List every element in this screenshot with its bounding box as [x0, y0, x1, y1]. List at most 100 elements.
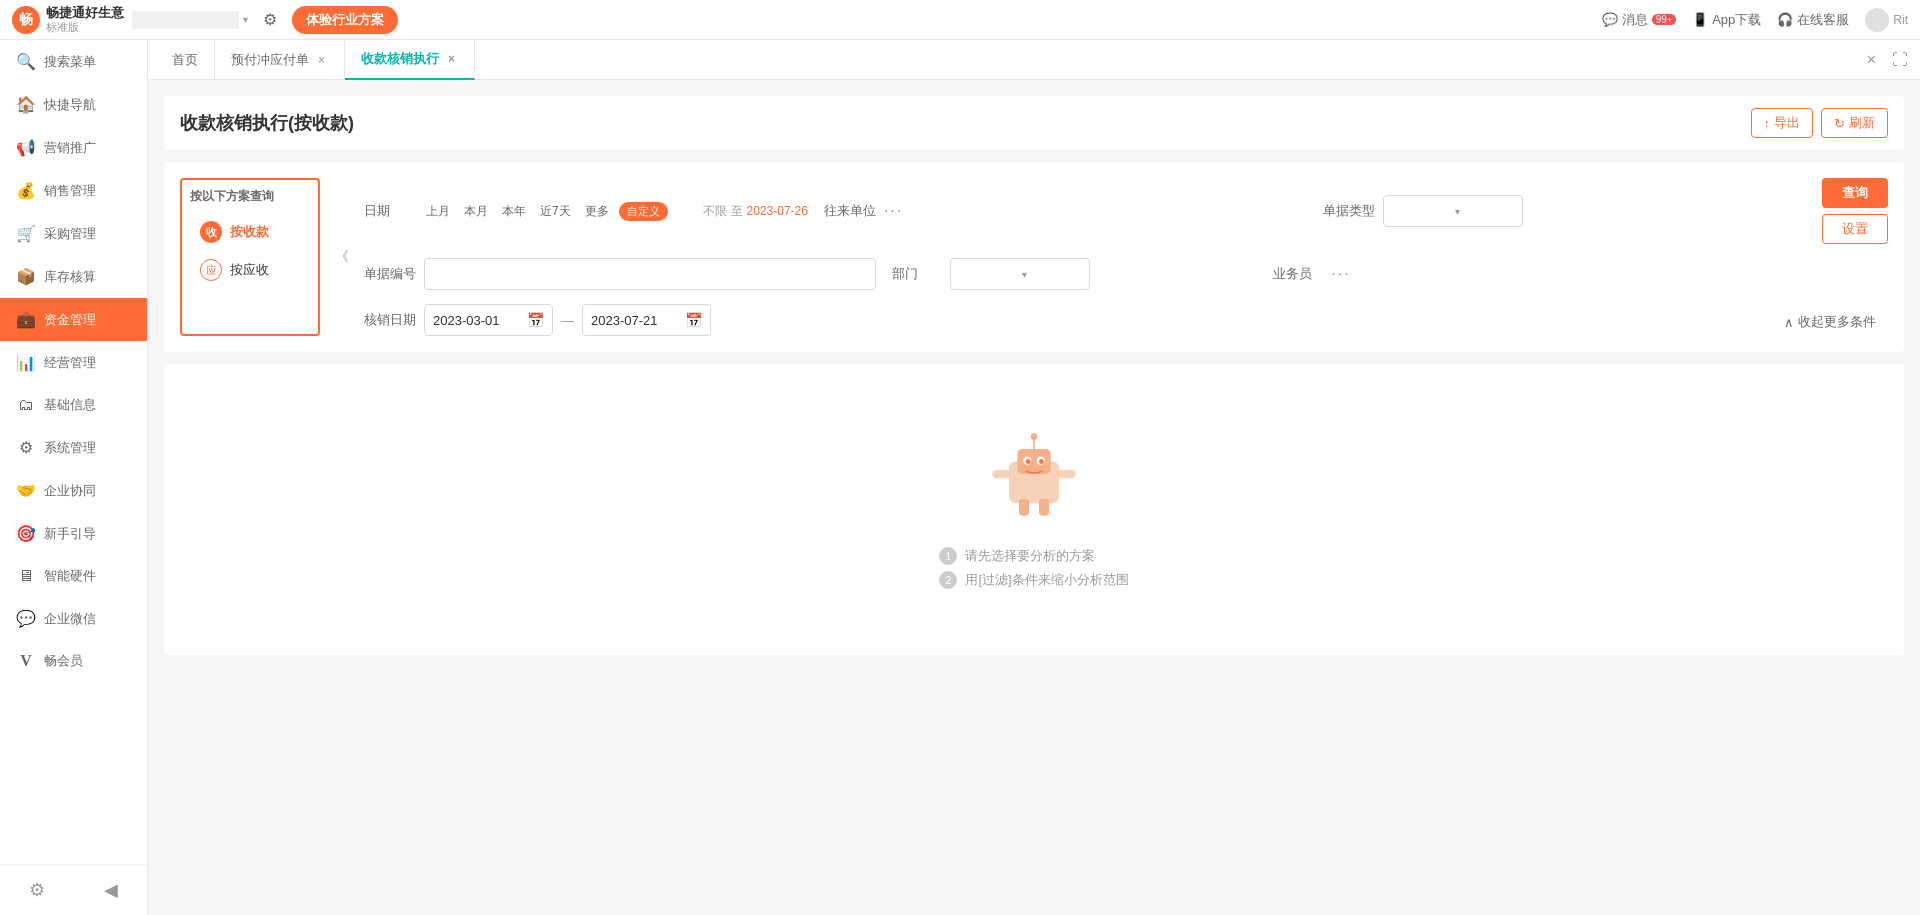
sidebar-item-search-menu[interactable]: 🔍 搜索菜单	[0, 40, 147, 83]
folder-icon: 🗂	[16, 396, 36, 414]
tab-bar: 首页 预付冲应付单 × 收款核销执行 × × ⛶	[148, 40, 1920, 80]
svg-point-5	[1039, 459, 1044, 464]
sidebar-item-system[interactable]: ⚙ 系统管理	[0, 426, 147, 469]
counterparty-field: 往来单位 ···	[824, 202, 1307, 220]
tab-writeoff[interactable]: 收款核销执行 ×	[345, 40, 475, 80]
staff-label: 业务员	[1273, 265, 1323, 283]
dept-select[interactable]: ▾	[950, 258, 1090, 290]
search-icon: 🔍	[16, 52, 36, 71]
sidebar: 🔍 搜索菜单 🏠 快捷导航 📢 营销推广 💰 销售管理 🛒 采购管理 📦 库存核…	[0, 40, 148, 915]
sidebar-item-enterprise[interactable]: 🤝 企业协同	[0, 469, 147, 512]
sidebar-collapse-button[interactable]: ◀	[96, 873, 126, 907]
tab-prepay[interactable]: 预付冲应付单 ×	[215, 40, 345, 80]
last-7days-btn[interactable]: 近7天	[536, 201, 575, 222]
sidebar-item-sales[interactable]: 💰 销售管理	[0, 169, 147, 212]
sidebar-settings-button[interactable]: ⚙	[21, 873, 53, 907]
tab-prepay-close[interactable]: ×	[315, 52, 328, 68]
empty-illustration	[984, 424, 1084, 547]
svg-rect-1	[1017, 449, 1050, 474]
writeoff-start-input[interactable]	[433, 313, 523, 328]
tab-home[interactable]: 首页	[156, 40, 215, 80]
counterparty-label: 往来单位	[824, 202, 876, 220]
sidebar-item-finance[interactable]: 💼 资金管理	[0, 298, 147, 341]
doc-type-select[interactable]: ▾	[1383, 195, 1523, 227]
filter-settings-button[interactable]: 设置	[1822, 214, 1888, 244]
calendar-icon-end[interactable]: 📅	[685, 312, 702, 328]
sidebar-item-quick-nav[interactable]: 🏠 快捷导航	[0, 83, 147, 126]
staff-more-btn[interactable]: ···	[1331, 265, 1350, 283]
svg-rect-9	[1039, 499, 1049, 516]
sidebar-label: 销售管理	[44, 182, 96, 200]
export-icon: ↑	[1764, 116, 1771, 131]
sidebar-label: 基础信息	[44, 396, 96, 414]
filter-layout: 按以下方案查询 收 按收款 应 按应收 《	[180, 178, 1888, 336]
empty-tips: 1 请先选择要分析的方案 2 用[过滤]条件来缩小分析范围	[939, 547, 1128, 595]
filter-option-by-receivable[interactable]: 应 按应收	[190, 251, 310, 289]
brand-logo: 畅 畅捷通好生意 标准版	[12, 5, 124, 34]
company-selector[interactable]: ▾	[132, 11, 248, 29]
sidebar-item-member[interactable]: V 畅会员	[0, 640, 147, 682]
date-label: 日期	[364, 202, 414, 220]
empty-icon	[984, 424, 1084, 524]
sidebar-item-guide[interactable]: 🎯 新手引导	[0, 512, 147, 555]
export-button[interactable]: ↑ 导出	[1751, 108, 1814, 138]
this-month-btn[interactable]: 本月	[460, 201, 492, 222]
tab-maximize-button[interactable]: ⛶	[1888, 47, 1912, 73]
sidebar-item-operation[interactable]: 📊 经营管理	[0, 341, 147, 384]
this-year-btn[interactable]: 本年	[498, 201, 530, 222]
more-dates-btn[interactable]: 更多	[581, 201, 613, 222]
tip-number-2: 2	[939, 571, 957, 589]
sidebar-item-wechat[interactable]: 💬 企业微信	[0, 597, 147, 640]
sidebar-item-purchase[interactable]: 🛒 采购管理	[0, 212, 147, 255]
chevron-up-icon: ∧	[1784, 315, 1794, 330]
brand-icon: 畅	[12, 6, 40, 34]
sidebar-item-inventory[interactable]: 📦 库存核算	[0, 255, 147, 298]
dept-label: 部门	[892, 265, 942, 283]
sidebar-bottom: ⚙ ◀	[0, 864, 147, 915]
sidebar-item-hardware[interactable]: 🖥 智能硬件	[0, 555, 147, 597]
user-profile[interactable]: Rit	[1865, 8, 1908, 32]
tab-close-all-button[interactable]: ×	[1863, 47, 1880, 73]
sidebar-label: 企业微信	[44, 610, 96, 628]
filter-sidebar-title: 按以下方案查询	[190, 188, 310, 205]
settings-button[interactable]: ⚙	[256, 6, 284, 34]
message-button[interactable]: 💬 消息 99+	[1602, 11, 1676, 29]
doc-no-label: 单据编号	[364, 265, 416, 283]
calendar-icon[interactable]: 📅	[527, 312, 544, 328]
trial-industry-button[interactable]: 体验行业方案	[292, 6, 398, 34]
sidebar-label: 营销推广	[44, 139, 96, 157]
receipt-icon: 收	[200, 221, 222, 243]
top-bar-right: 💬 消息 99+ 📱 App下载 🎧 在线客服 Rit	[1602, 8, 1908, 32]
filter-panel: 按以下方案查询 收 按收款 应 按应收 《	[164, 162, 1904, 352]
sidebar-item-basic[interactable]: 🗂 基础信息	[0, 384, 147, 426]
doc-no-input[interactable]	[424, 258, 876, 290]
filter-collapse-button[interactable]: 《	[332, 237, 352, 277]
svg-point-11	[1031, 433, 1038, 440]
collapse-more-button[interactable]: ∧ 收起更多条件	[1772, 309, 1888, 335]
top-bar-left: 畅 畅捷通好生意 标准版 ▾ ⚙ 体验行业方案	[12, 5, 1602, 34]
receivable-icon: 应	[200, 259, 222, 281]
filter-option-by-receipt[interactable]: 收 按收款	[190, 213, 310, 251]
tab-writeoff-close[interactable]: ×	[445, 51, 458, 67]
filter-row-3: 核销日期 📅 — 📅	[364, 304, 1888, 336]
online-service-button[interactable]: 🎧 在线客服	[1777, 11, 1849, 29]
headset-icon: 🎧	[1777, 12, 1793, 27]
doc-type-label: 单据类型	[1323, 202, 1375, 220]
filter-row-2: 单据编号 部门 ▾ 业务员	[364, 258, 1888, 290]
counterparty-more-btn[interactable]: ···	[884, 202, 903, 220]
date-range-separator: —	[557, 313, 578, 328]
sidebar-item-marketing[interactable]: 📢 营销推广	[0, 126, 147, 169]
sidebar-label: 资金管理	[44, 311, 96, 329]
system-icon: ⚙	[16, 438, 36, 457]
last-month-btn[interactable]: 上月	[422, 201, 454, 222]
app-download-button[interactable]: 📱 App下载	[1692, 11, 1761, 29]
query-button[interactable]: 查询	[1822, 178, 1888, 208]
writeoff-end-input[interactable]	[591, 313, 681, 328]
doc-type-field: 单据类型 ▾	[1323, 195, 1806, 227]
handshake-icon: 🤝	[16, 481, 36, 500]
sidebar-label: 企业协同	[44, 482, 96, 500]
filter-sidebar: 按以下方案查询 收 按收款 应 按应收	[180, 178, 320, 336]
custom-date-badge: 自定义	[619, 202, 668, 221]
refresh-button[interactable]: ↻ 刷新	[1821, 108, 1888, 138]
staff-field: 业务员 ···	[1273, 265, 1712, 283]
